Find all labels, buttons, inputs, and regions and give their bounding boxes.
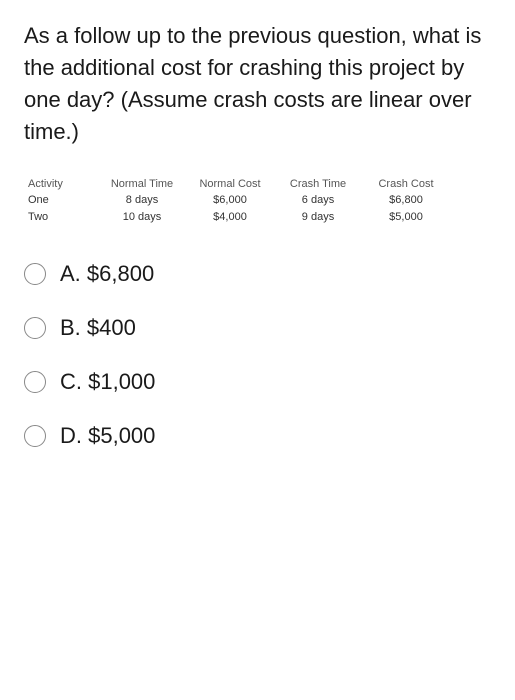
col-header-normal-cost: Normal Cost (186, 176, 274, 193)
cell-normal-cost: $4,000 (186, 209, 274, 226)
col-header-crash-time: Crash Time (274, 176, 362, 193)
option-label-b: B. $400 (60, 315, 136, 341)
col-header-activity: Activity (28, 176, 98, 193)
cell-normal-time: 8 days (98, 192, 186, 209)
col-header-normal-time: Normal Time (98, 176, 186, 193)
cell-crash-cost: $5,000 (362, 209, 450, 226)
option-b[interactable]: B. $400 (24, 301, 491, 355)
option-a[interactable]: A. $6,800 (24, 247, 491, 301)
cell-crash-time: 6 days (274, 192, 362, 209)
radio-a[interactable] (24, 263, 46, 285)
cell-crash-cost: $6,800 (362, 192, 450, 209)
table-row: One 8 days $6,000 6 days $6,800 (28, 192, 491, 209)
data-table: Activity Normal Time Normal Cost Crash T… (28, 176, 491, 226)
options-list: A. $6,800 B. $400 C. $1,000 D. $5,000 (24, 247, 491, 463)
question-text: As a follow up to the previous question,… (24, 20, 491, 148)
cell-activity: Two (28, 209, 98, 226)
option-label-a: A. $6,800 (60, 261, 154, 287)
cell-normal-cost: $6,000 (186, 192, 274, 209)
col-header-crash-cost: Crash Cost (362, 176, 450, 193)
cell-activity: One (28, 192, 98, 209)
option-label-d: D. $5,000 (60, 423, 155, 449)
option-label-c: C. $1,000 (60, 369, 155, 395)
radio-d[interactable] (24, 425, 46, 447)
table-row: Two 10 days $4,000 9 days $5,000 (28, 209, 491, 226)
table-header-row: Activity Normal Time Normal Cost Crash T… (28, 176, 491, 193)
radio-c[interactable] (24, 371, 46, 393)
option-c[interactable]: C. $1,000 (24, 355, 491, 409)
option-d[interactable]: D. $5,000 (24, 409, 491, 463)
radio-b[interactable] (24, 317, 46, 339)
cell-crash-time: 9 days (274, 209, 362, 226)
cell-normal-time: 10 days (98, 209, 186, 226)
